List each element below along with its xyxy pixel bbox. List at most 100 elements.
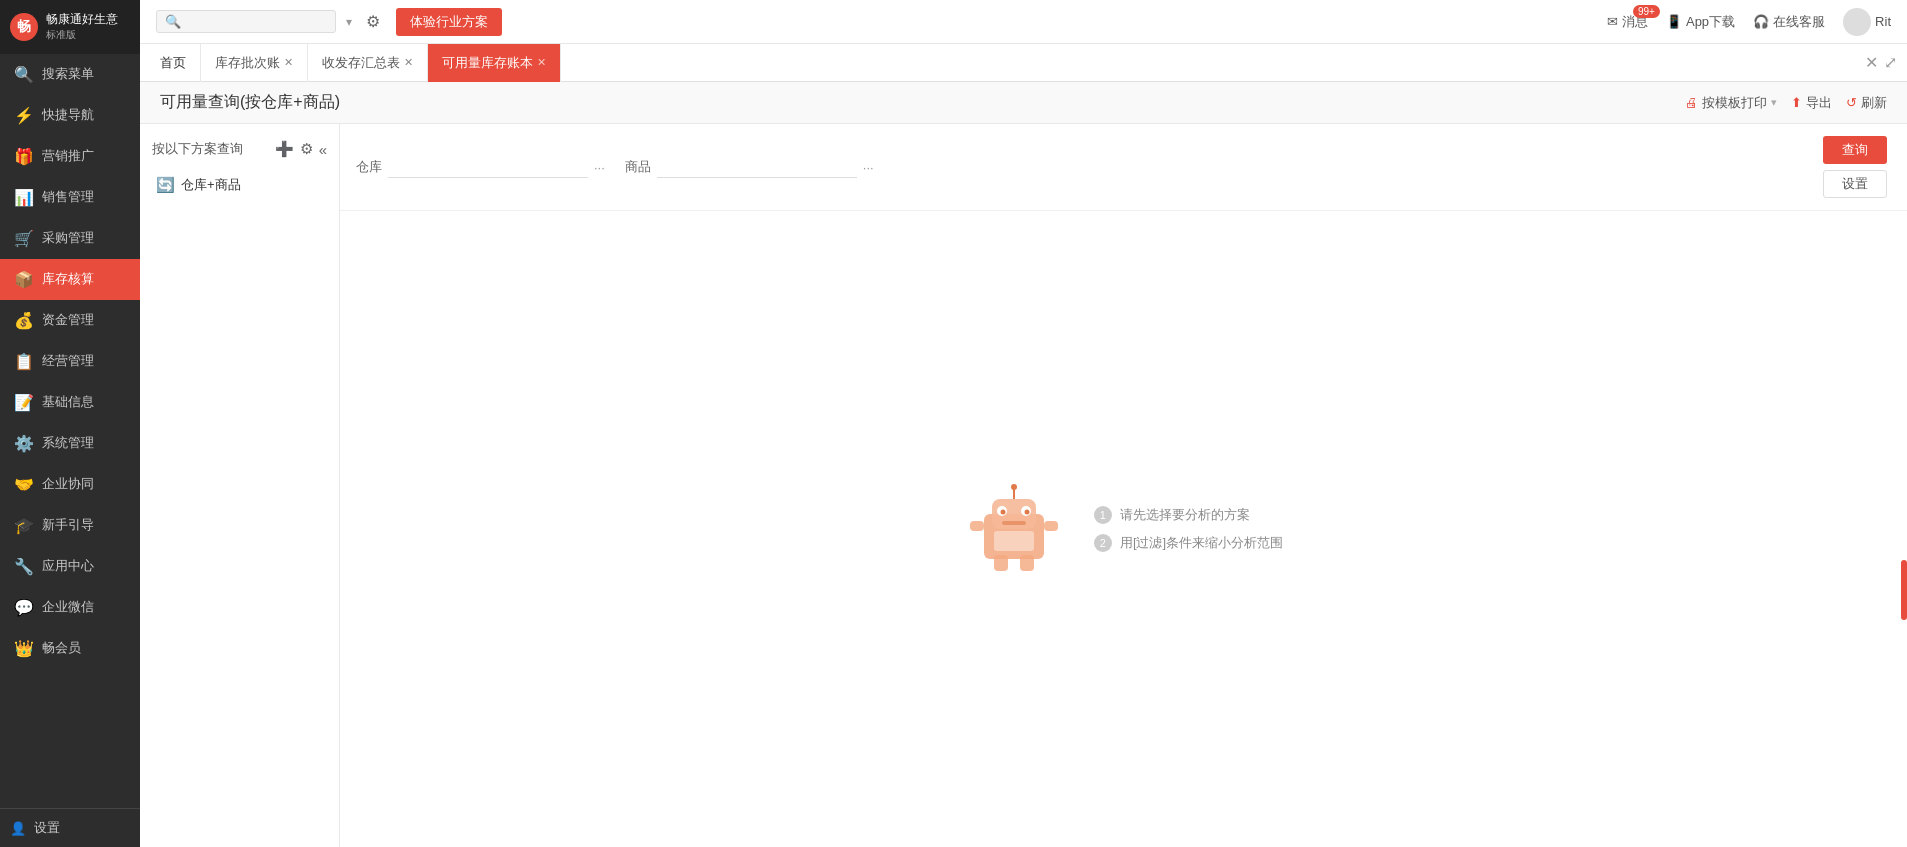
lightning-icon: ⚡ bbox=[14, 106, 34, 125]
chevron-icon: ▾ bbox=[1771, 96, 1777, 109]
message-item[interactable]: ✉ 消息 99+ bbox=[1607, 13, 1648, 31]
window-close-icon[interactable]: ✕ bbox=[1865, 53, 1878, 72]
sidebar-item-member[interactable]: 👑 畅会员 bbox=[0, 628, 140, 669]
goods-input[interactable] bbox=[657, 156, 857, 178]
sidebar-item-quicknav[interactable]: ⚡ 快捷导航 bbox=[0, 95, 140, 136]
svg-rect-12 bbox=[1020, 555, 1034, 571]
scheme-item-warehouse-goods[interactable]: 🔄 仓库+商品 bbox=[140, 168, 339, 202]
gear-icon: ⚙️ bbox=[14, 434, 34, 453]
tab-label: 可用量库存账本 bbox=[442, 54, 533, 72]
app-edition: 标准版 bbox=[46, 28, 118, 42]
close-icon[interactable]: ✕ bbox=[404, 56, 413, 69]
filter-panel: 按以下方案查询 ➕ ⚙ « 🔄 仓库+商品 bbox=[140, 124, 340, 847]
topbar-search-box[interactable]: 🔍 bbox=[156, 10, 336, 33]
refresh-action[interactable]: ↺ 刷新 bbox=[1846, 94, 1887, 112]
sidebar-item-system[interactable]: ⚙️ 系统管理 bbox=[0, 423, 140, 464]
sidebar-bottom[interactable]: 👤 设置 bbox=[0, 808, 140, 847]
industry-solution-button[interactable]: 体验行业方案 bbox=[396, 8, 502, 36]
settings-icon[interactable]: ⚙ bbox=[366, 12, 380, 31]
export-action[interactable]: ⬆ 导出 bbox=[1791, 94, 1832, 112]
tip-text-1: 请先选择要分析的方案 bbox=[1120, 506, 1250, 524]
support-label: 在线客服 bbox=[1773, 13, 1825, 31]
tab-label: 收发存汇总表 bbox=[322, 54, 400, 72]
tool-icon: 🔧 bbox=[14, 557, 34, 576]
search-icon: 🔍 bbox=[14, 65, 34, 84]
close-icon[interactable]: ✕ bbox=[537, 56, 546, 69]
print-action[interactable]: 🖨 按模板打印 ▾ bbox=[1685, 94, 1777, 112]
svg-point-4 bbox=[1000, 510, 1005, 515]
money-icon: 💰 bbox=[14, 311, 34, 330]
svg-rect-10 bbox=[1044, 521, 1058, 531]
sidebar-item-basic-info[interactable]: 📝 基础信息 bbox=[0, 382, 140, 423]
tab-inventory-batch[interactable]: 库存批次账 ✕ bbox=[201, 44, 308, 82]
support-item[interactable]: 🎧 在线客服 bbox=[1753, 13, 1825, 31]
tabs-right-actions: ✕ ⤢ bbox=[1865, 53, 1907, 72]
filter-panel-title: 按以下方案查询 bbox=[152, 140, 243, 158]
page-header: 可用量查询(按仓库+商品) 🖨 按模板打印 ▾ ⬆ 导出 ↺ 刷新 bbox=[140, 82, 1907, 124]
user-profile[interactable]: Rit bbox=[1843, 8, 1891, 36]
sidebar-item-purchase[interactable]: 🛒 采购管理 bbox=[0, 218, 140, 259]
chart-icon: 📊 bbox=[14, 188, 34, 207]
warehouse-input[interactable] bbox=[388, 156, 588, 178]
cart-icon: 🛒 bbox=[14, 229, 34, 248]
tab-label: 库存批次账 bbox=[215, 54, 280, 72]
sidebar-item-label: 快捷导航 bbox=[42, 106, 94, 124]
query-area: 仓库 ··· 商品 ··· 查询 设置 bbox=[340, 124, 1907, 847]
setting-button[interactable]: 设置 bbox=[1823, 170, 1887, 198]
close-icon[interactable]: ✕ bbox=[284, 56, 293, 69]
empty-tips: 1 请先选择要分析的方案 2 用[过滤]条件来缩小分析范围 bbox=[1094, 506, 1283, 552]
sidebar-item-guide[interactable]: 🎓 新手引导 bbox=[0, 505, 140, 546]
avatar bbox=[1843, 8, 1871, 36]
query-button[interactable]: 查询 bbox=[1823, 136, 1887, 164]
sidebar-item-label: 搜索菜单 bbox=[42, 65, 94, 83]
svg-point-5 bbox=[1024, 510, 1029, 515]
sidebar-item-label: 系统管理 bbox=[42, 434, 94, 452]
sidebar-item-search[interactable]: 🔍 搜索菜单 bbox=[0, 54, 140, 95]
sidebar-item-marketing[interactable]: 🎁 营销推广 bbox=[0, 136, 140, 177]
search-input[interactable] bbox=[185, 15, 315, 29]
scheme-label: 仓库+商品 bbox=[181, 176, 241, 194]
warehouse-label: 仓库 bbox=[356, 158, 382, 176]
mobile-icon: 📱 bbox=[1666, 14, 1682, 29]
sidebar-item-operations[interactable]: 📋 经营管理 bbox=[0, 341, 140, 382]
refresh-label: 刷新 bbox=[1861, 94, 1887, 112]
app-download-label: App下载 bbox=[1686, 13, 1735, 31]
sidebar-item-label: 企业微信 bbox=[42, 598, 94, 616]
app-download-item[interactable]: 📱 App下载 bbox=[1666, 13, 1735, 31]
sidebar-item-label: 企业协同 bbox=[42, 475, 94, 493]
sidebar-item-finance[interactable]: 💰 资金管理 bbox=[0, 300, 140, 341]
username-label: Rit bbox=[1875, 14, 1891, 29]
tab-stock-summary[interactable]: 收发存汇总表 ✕ bbox=[308, 44, 428, 82]
sidebar-item-label: 应用中心 bbox=[42, 557, 94, 575]
goods-more-icon[interactable]: ··· bbox=[863, 160, 874, 175]
refresh-icon: ↺ bbox=[1846, 95, 1857, 110]
crown-icon: 👑 bbox=[14, 639, 34, 658]
collapse-icon[interactable]: « bbox=[319, 141, 327, 158]
svg-rect-8 bbox=[1002, 521, 1026, 525]
tip-text-2: 用[过滤]条件来缩小分析范围 bbox=[1120, 534, 1283, 552]
graduation-icon: 🎓 bbox=[14, 516, 34, 535]
tab-home[interactable]: 首页 bbox=[150, 44, 201, 82]
sidebar-item-label: 库存核算 bbox=[42, 270, 94, 288]
topbar: 🔍 ▾ ⚙ 体验行业方案 ✉ 消息 99+ 📱 App下载 🎧 在线客服 Rit bbox=[140, 0, 1907, 44]
filter-panel-header: 按以下方案查询 ➕ ⚙ « bbox=[140, 136, 339, 168]
chat-icon: 💬 bbox=[14, 598, 34, 617]
sidebar-item-enterprise[interactable]: 🤝 企业协同 bbox=[0, 464, 140, 505]
sidebar-item-appcenter[interactable]: 🔧 应用中心 bbox=[0, 546, 140, 587]
sidebar-item-inventory[interactable]: 📦 库存核算 bbox=[0, 259, 140, 300]
topbar-right: ✉ 消息 99+ 📱 App下载 🎧 在线客服 Rit bbox=[1607, 8, 1891, 36]
settings-scheme-icon[interactable]: ⚙ bbox=[300, 140, 313, 158]
add-scheme-icon[interactable]: ➕ bbox=[275, 140, 294, 158]
export-icon: ⬆ bbox=[1791, 95, 1802, 110]
expand-icon[interactable]: ⤢ bbox=[1884, 53, 1897, 72]
sidebar-item-sales[interactable]: 📊 销售管理 bbox=[0, 177, 140, 218]
headset-icon: 🎧 bbox=[1753, 14, 1769, 29]
sidebar-item-wechat[interactable]: 💬 企业微信 bbox=[0, 587, 140, 628]
query-actions: 查询 设置 bbox=[1823, 136, 1891, 198]
company-name: 畅康通好生意 bbox=[46, 12, 118, 28]
chevron-down-icon[interactable]: ▾ bbox=[346, 15, 352, 29]
tab-available-stock[interactable]: 可用量库存账本 ✕ bbox=[428, 44, 561, 82]
sidebar-item-label: 销售管理 bbox=[42, 188, 94, 206]
warehouse-more-icon[interactable]: ··· bbox=[594, 160, 605, 175]
message-icon: ✉ bbox=[1607, 14, 1618, 29]
